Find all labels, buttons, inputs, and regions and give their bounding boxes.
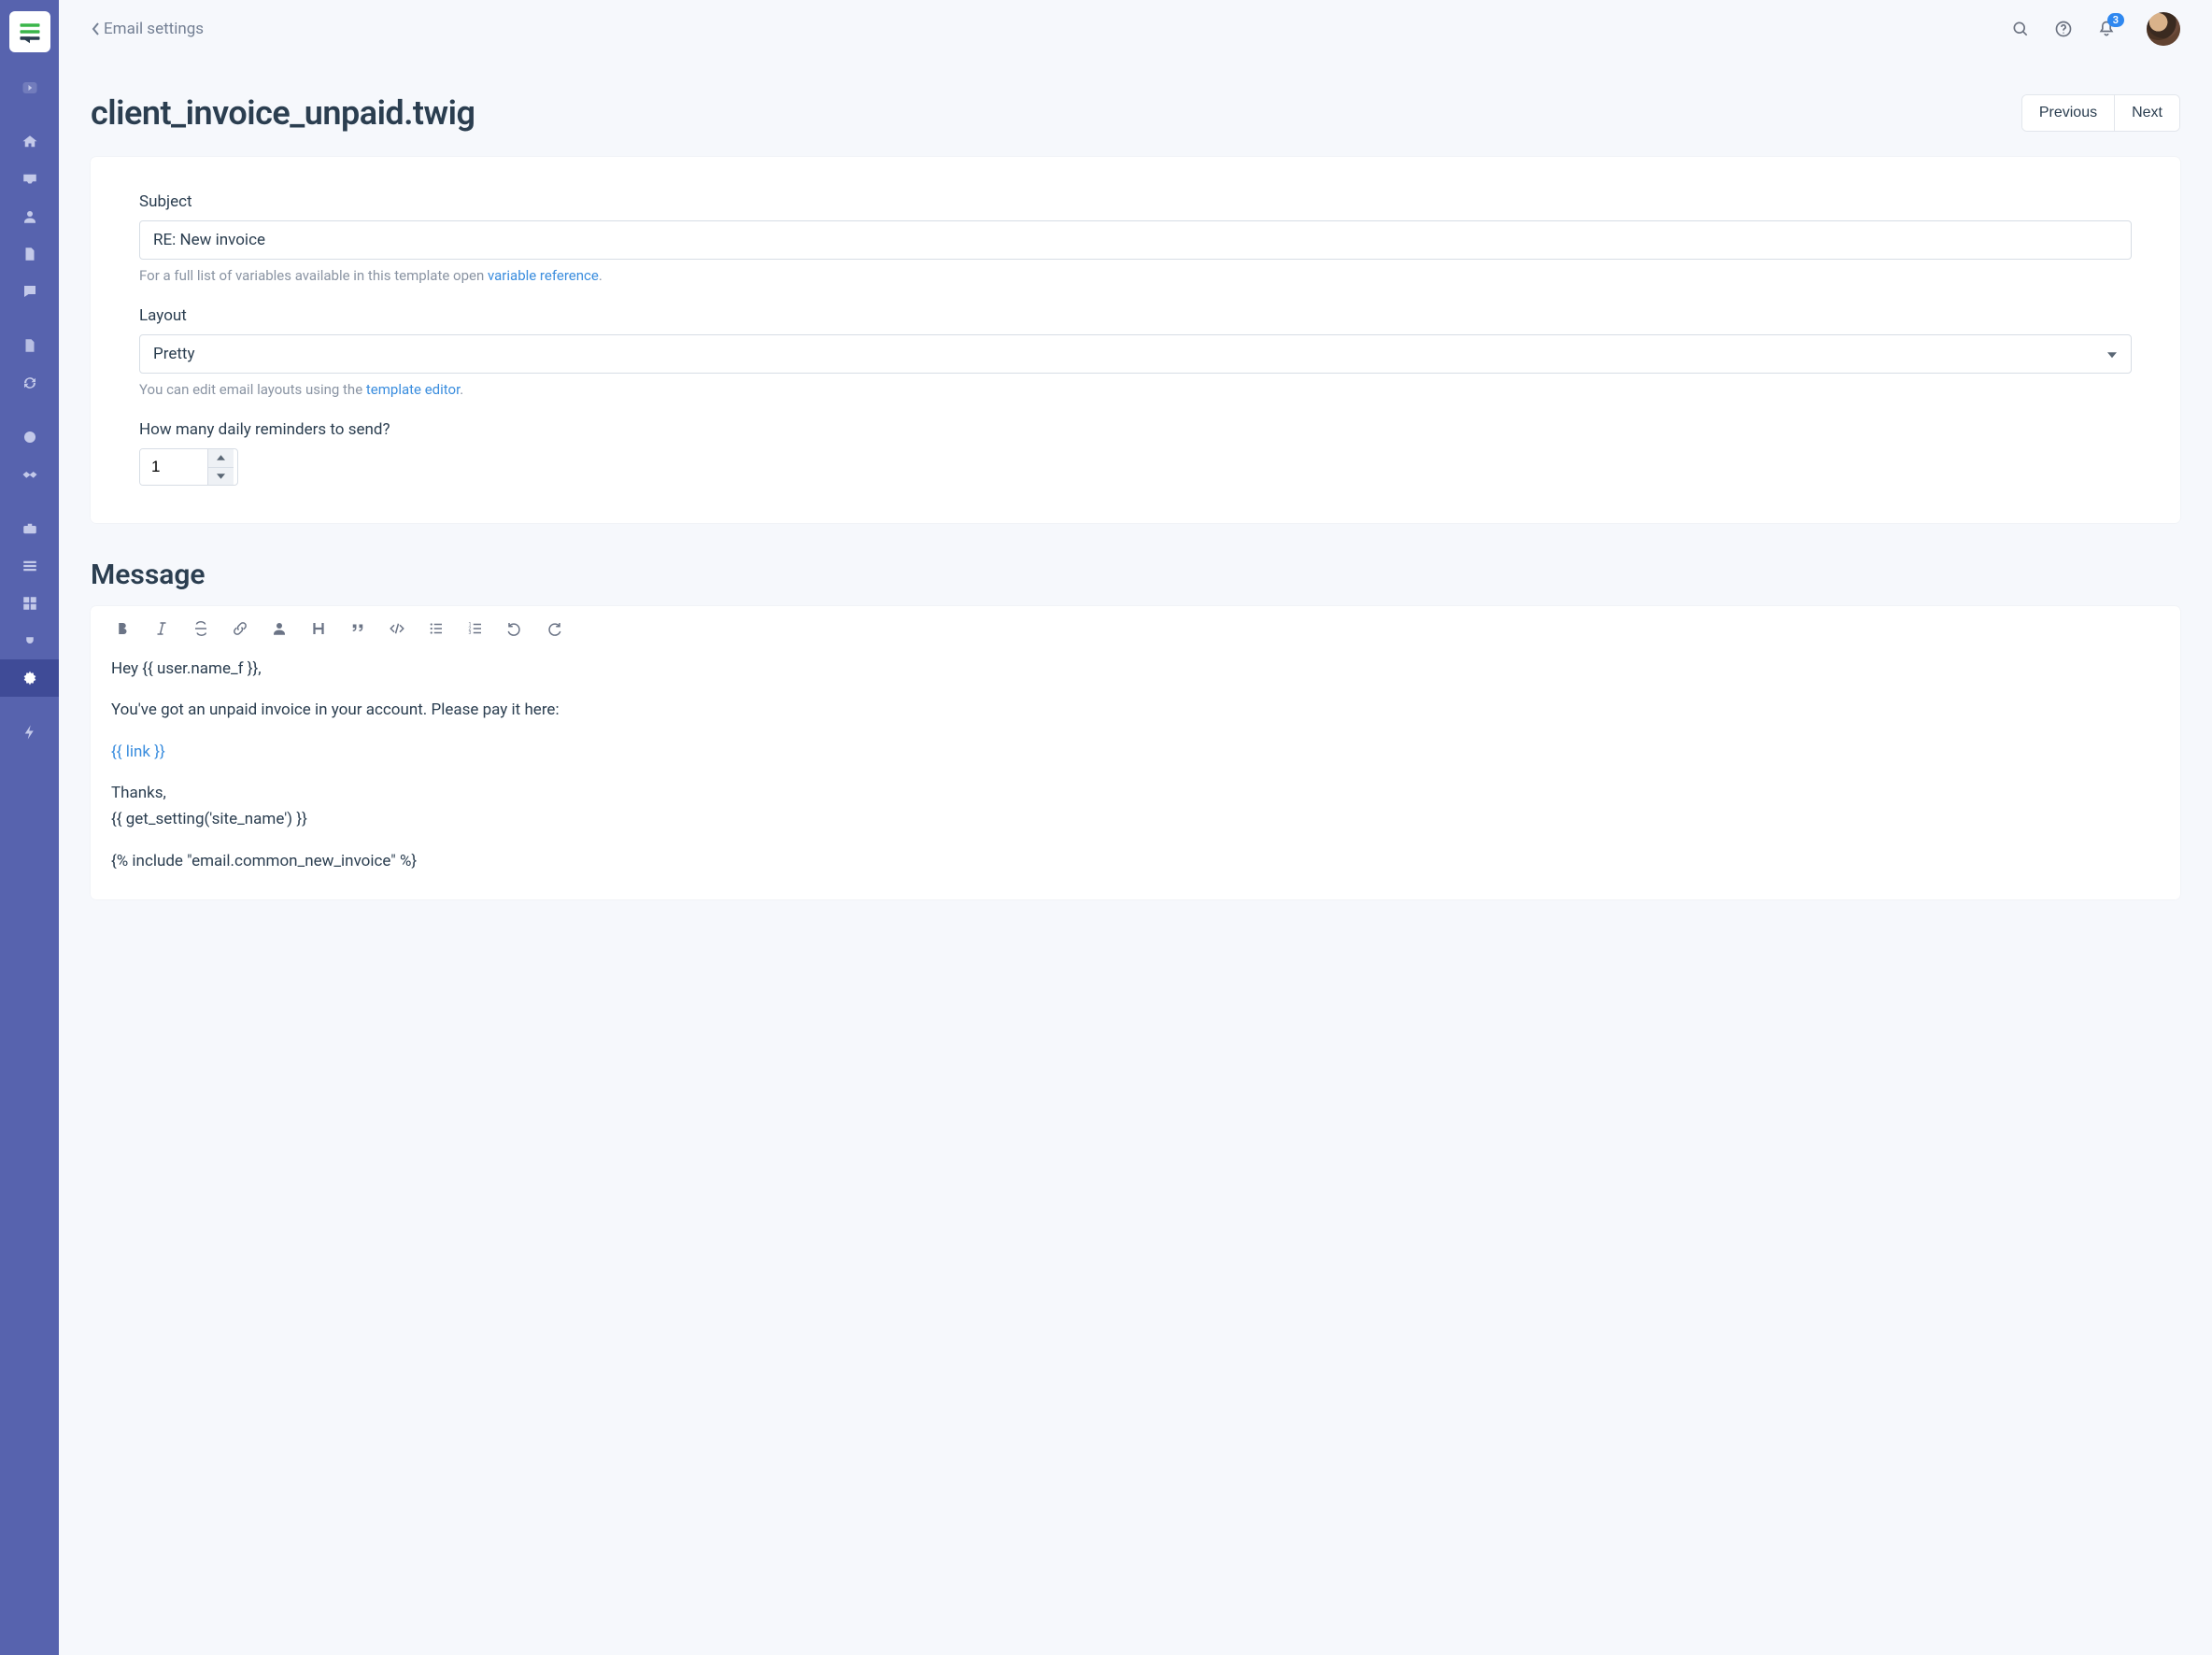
pager: Previous Next xyxy=(2021,94,2180,132)
nav-user-icon[interactable] xyxy=(0,198,59,235)
editor-toolbar: 123 xyxy=(91,606,2180,651)
message-editor: 123 Hey {{ user.name_f }}, You've got an… xyxy=(91,606,2180,899)
nav-plug-icon[interactable] xyxy=(0,622,59,659)
sidebar xyxy=(0,0,59,1655)
help-icon[interactable] xyxy=(2053,19,2074,39)
reminders-stepper xyxy=(139,448,238,486)
tool-ol-icon[interactable]: 123 xyxy=(464,617,487,640)
reminders-input[interactable] xyxy=(140,449,207,485)
tool-bold-icon[interactable] xyxy=(111,617,134,640)
nav-grid-icon[interactable] xyxy=(0,585,59,622)
stepper-up-button[interactable] xyxy=(208,449,234,467)
subject-input[interactable] xyxy=(139,220,2132,260)
user-avatar[interactable] xyxy=(2147,12,2180,46)
tool-ul-icon[interactable] xyxy=(425,617,447,640)
editor-body[interactable]: Hey {{ user.name_f }}, You've got an unp… xyxy=(91,651,2180,899)
tool-strikethrough-icon[interactable] xyxy=(190,617,212,640)
tool-quote-icon[interactable] xyxy=(347,617,369,640)
tool-link-icon[interactable] xyxy=(229,617,251,640)
msg-link: {{ link }} xyxy=(111,743,165,761)
nav-file-icon[interactable] xyxy=(0,327,59,364)
subject-hint: For a full list of variables available i… xyxy=(139,267,2132,284)
msg-line-4: {{ get_setting('site_name') }} xyxy=(111,807,2160,831)
topbar: Email settings 3 xyxy=(91,0,2180,58)
msg-line-1: Hey {{ user.name_f }}, xyxy=(111,657,2160,681)
nav-document-icon[interactable] xyxy=(0,235,59,273)
template-editor-link[interactable]: template editor xyxy=(366,381,460,398)
subject-label: Subject xyxy=(139,192,2132,211)
previous-button[interactable]: Previous xyxy=(2022,95,2114,131)
nav-chat-icon[interactable] xyxy=(0,273,59,310)
message-heading: Message xyxy=(91,559,2180,591)
tool-code-icon[interactable] xyxy=(386,617,408,640)
msg-line-2: You've got an unpaid invoice in your acc… xyxy=(111,698,2160,722)
msg-line-5: {% include "email.common_new_invoice" %} xyxy=(111,849,2160,873)
svg-text:3: 3 xyxy=(469,630,472,636)
nav-arrow-icon[interactable] xyxy=(0,69,59,106)
nav-settings-icon[interactable] xyxy=(0,659,59,697)
tool-undo-icon[interactable] xyxy=(503,617,526,640)
variable-reference-link[interactable]: variable reference xyxy=(488,267,599,284)
tool-heading-icon[interactable] xyxy=(307,617,330,640)
nav-sync-icon[interactable] xyxy=(0,364,59,402)
nav-bolt-icon[interactable] xyxy=(0,714,59,751)
breadcrumb-back[interactable]: Email settings xyxy=(91,20,204,38)
nav-badge-icon[interactable] xyxy=(0,418,59,456)
tool-user-icon[interactable] xyxy=(268,617,291,640)
nav-handshake-icon[interactable] xyxy=(0,456,59,493)
tool-redo-icon[interactable] xyxy=(543,617,565,640)
notifications-icon[interactable]: 3 xyxy=(2096,19,2117,39)
next-button[interactable]: Next xyxy=(2114,95,2179,131)
nav-list-icon[interactable] xyxy=(0,547,59,585)
nav-inbox-icon[interactable] xyxy=(0,161,59,198)
breadcrumb-label: Email settings xyxy=(104,20,204,38)
nav-home-icon[interactable] xyxy=(0,123,59,161)
page-title: client_invoice_unpaid.twig xyxy=(91,93,475,133)
search-icon[interactable] xyxy=(2010,19,2031,39)
layout-select[interactable]: Pretty xyxy=(139,334,2132,374)
form-card: Subject For a full list of variables ava… xyxy=(91,157,2180,523)
layout-label: Layout xyxy=(139,306,2132,325)
tool-italic-icon[interactable] xyxy=(150,617,173,640)
msg-line-3: Thanks, xyxy=(111,781,2160,805)
reminders-label: How many daily reminders to send? xyxy=(139,420,2132,439)
notification-badge: 3 xyxy=(2107,13,2124,27)
stepper-down-button[interactable] xyxy=(208,467,234,486)
logo[interactable] xyxy=(9,11,50,52)
layout-hint: You can edit email layouts using the tem… xyxy=(139,381,2132,398)
nav-briefcase-icon[interactable] xyxy=(0,510,59,547)
